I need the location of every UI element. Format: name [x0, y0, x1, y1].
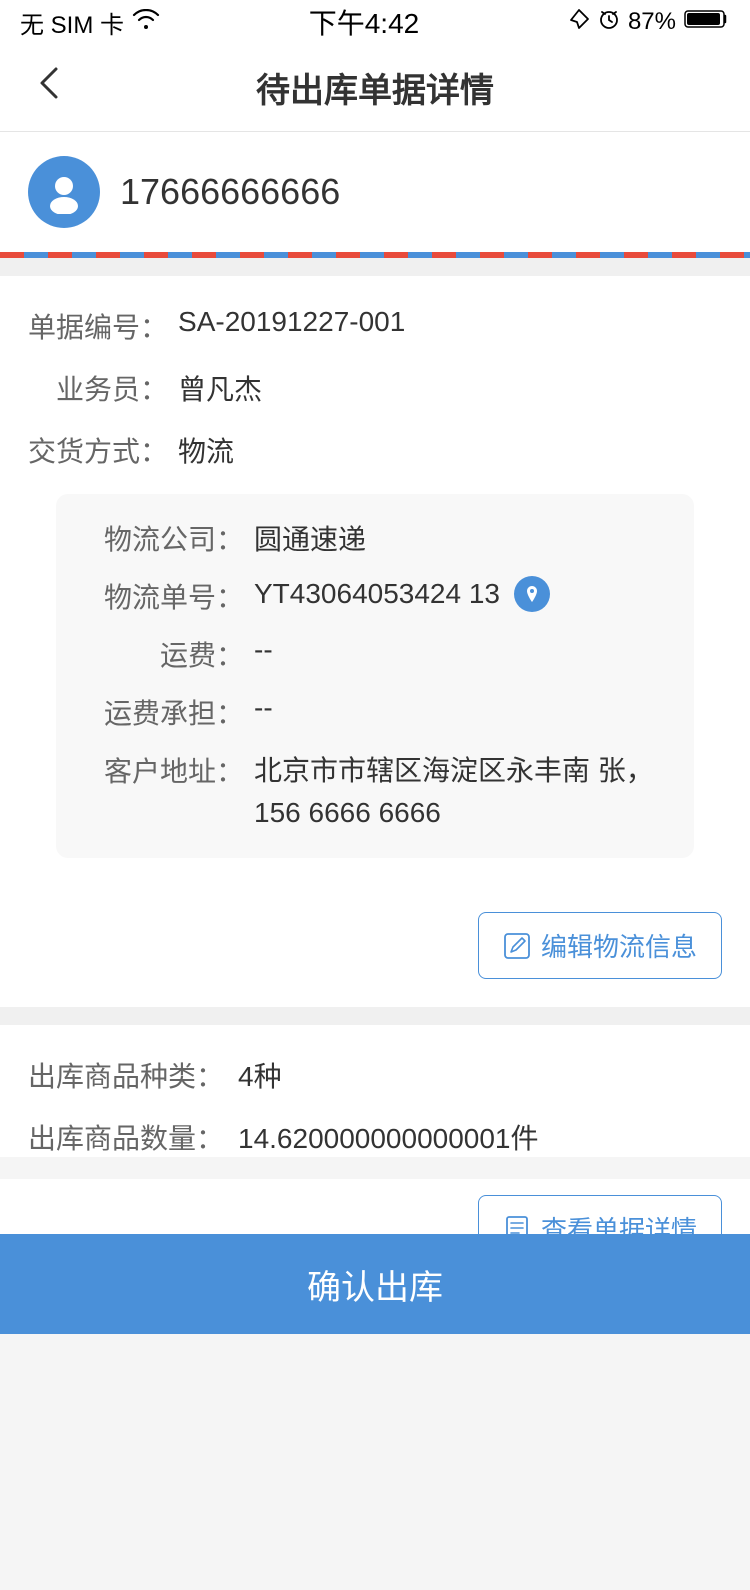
map-pin-icon[interactable]: [514, 576, 550, 612]
freight-row: 运费： --: [84, 634, 666, 674]
tracking-number-row: 物流单号： YT43064053424 13: [84, 576, 666, 616]
product-quantity-label: 出库商品数量：: [28, 1117, 228, 1157]
freight-bearer-row: 运费承担： --: [84, 692, 666, 732]
status-right: 87%: [568, 8, 730, 37]
logistics-company-label: 物流公司：: [84, 518, 244, 558]
address-row: 客户地址： 北京市市辖区海淀区永丰南 张，156 6666 6666: [84, 750, 666, 834]
confirm-bar[interactable]: 确认出库: [0, 1234, 750, 1334]
tracking-number-value: YT43064053424 13: [254, 576, 666, 612]
logistics-company-value: 圆通速递: [254, 518, 666, 558]
order-number-row: 单据编号： SA-20191227-001: [28, 306, 722, 346]
delivery-method-value: 物流: [178, 430, 722, 470]
edit-logistics-button[interactable]: 编辑物流信息: [478, 912, 722, 979]
customer-phone: 17666666666: [120, 171, 340, 213]
page-title: 待出库单据详情: [256, 63, 494, 112]
salesperson-value: 曾凡杰: [178, 368, 722, 408]
carrier-text: 无 SIM 卡: [20, 5, 124, 40]
section-gap-1: [0, 258, 750, 276]
logistics-card: 物流公司： 圆通速递 物流单号： YT43064053424 13 运费：: [56, 494, 694, 858]
salesperson-label: 业务员：: [28, 368, 168, 408]
address-value: 北京市市辖区海淀区永丰南 张，156 6666 6666: [254, 750, 666, 834]
edit-button-row: 编辑物流信息: [0, 888, 750, 1007]
product-quantity-row: 出库商品数量： 14.620000000000001件: [28, 1117, 722, 1157]
salesperson-row: 业务员： 曾凡杰: [28, 368, 722, 408]
battery-icon: [684, 8, 730, 37]
alarm-icon: [598, 8, 620, 37]
product-types-value: 4种: [238, 1055, 282, 1095]
logistics-company-row: 物流公司： 圆通速递: [84, 518, 666, 558]
freight-bearer-label: 运费承担：: [84, 692, 244, 732]
freight-label: 运费：: [84, 634, 244, 674]
freight-value: --: [254, 634, 666, 666]
customer-header: 17666666666: [0, 132, 750, 252]
address-label: 客户地址：: [84, 750, 244, 790]
delivery-method-label: 交货方式：: [28, 430, 168, 470]
back-button[interactable]: [28, 55, 70, 120]
battery-text: 87%: [628, 8, 676, 36]
order-number-label: 单据编号：: [28, 306, 168, 346]
product-types-row: 出库商品种类： 4种: [28, 1055, 722, 1095]
nav-bar: 待出库单据详情: [0, 44, 750, 132]
confirm-button-label: 确认出库: [307, 1260, 443, 1309]
freight-bearer-value: --: [254, 692, 666, 724]
product-section: 出库商品种类： 4种 出库商品数量： 14.620000000000001件: [0, 1025, 750, 1157]
wifi-icon: [132, 8, 160, 36]
time-text: 下午4:42: [309, 2, 420, 42]
order-info-section: 单据编号： SA-20191227-001 业务员： 曾凡杰 交货方式： 物流 …: [0, 276, 750, 888]
product-quantity-value: 14.620000000000001件: [238, 1117, 539, 1157]
status-left: 无 SIM 卡: [20, 5, 160, 40]
status-bar: 无 SIM 卡 下午4:42: [0, 0, 750, 44]
edit-logistics-label: 编辑物流信息: [541, 927, 697, 964]
location-arrow-icon: [568, 8, 590, 37]
product-types-label: 出库商品种类：: [28, 1055, 228, 1095]
avatar: [28, 156, 100, 228]
order-number-value: SA-20191227-001: [178, 306, 722, 338]
tracking-number-label: 物流单号：: [84, 576, 244, 616]
delivery-method-row: 交货方式： 物流: [28, 430, 722, 470]
section-gap-2: [0, 1007, 750, 1025]
